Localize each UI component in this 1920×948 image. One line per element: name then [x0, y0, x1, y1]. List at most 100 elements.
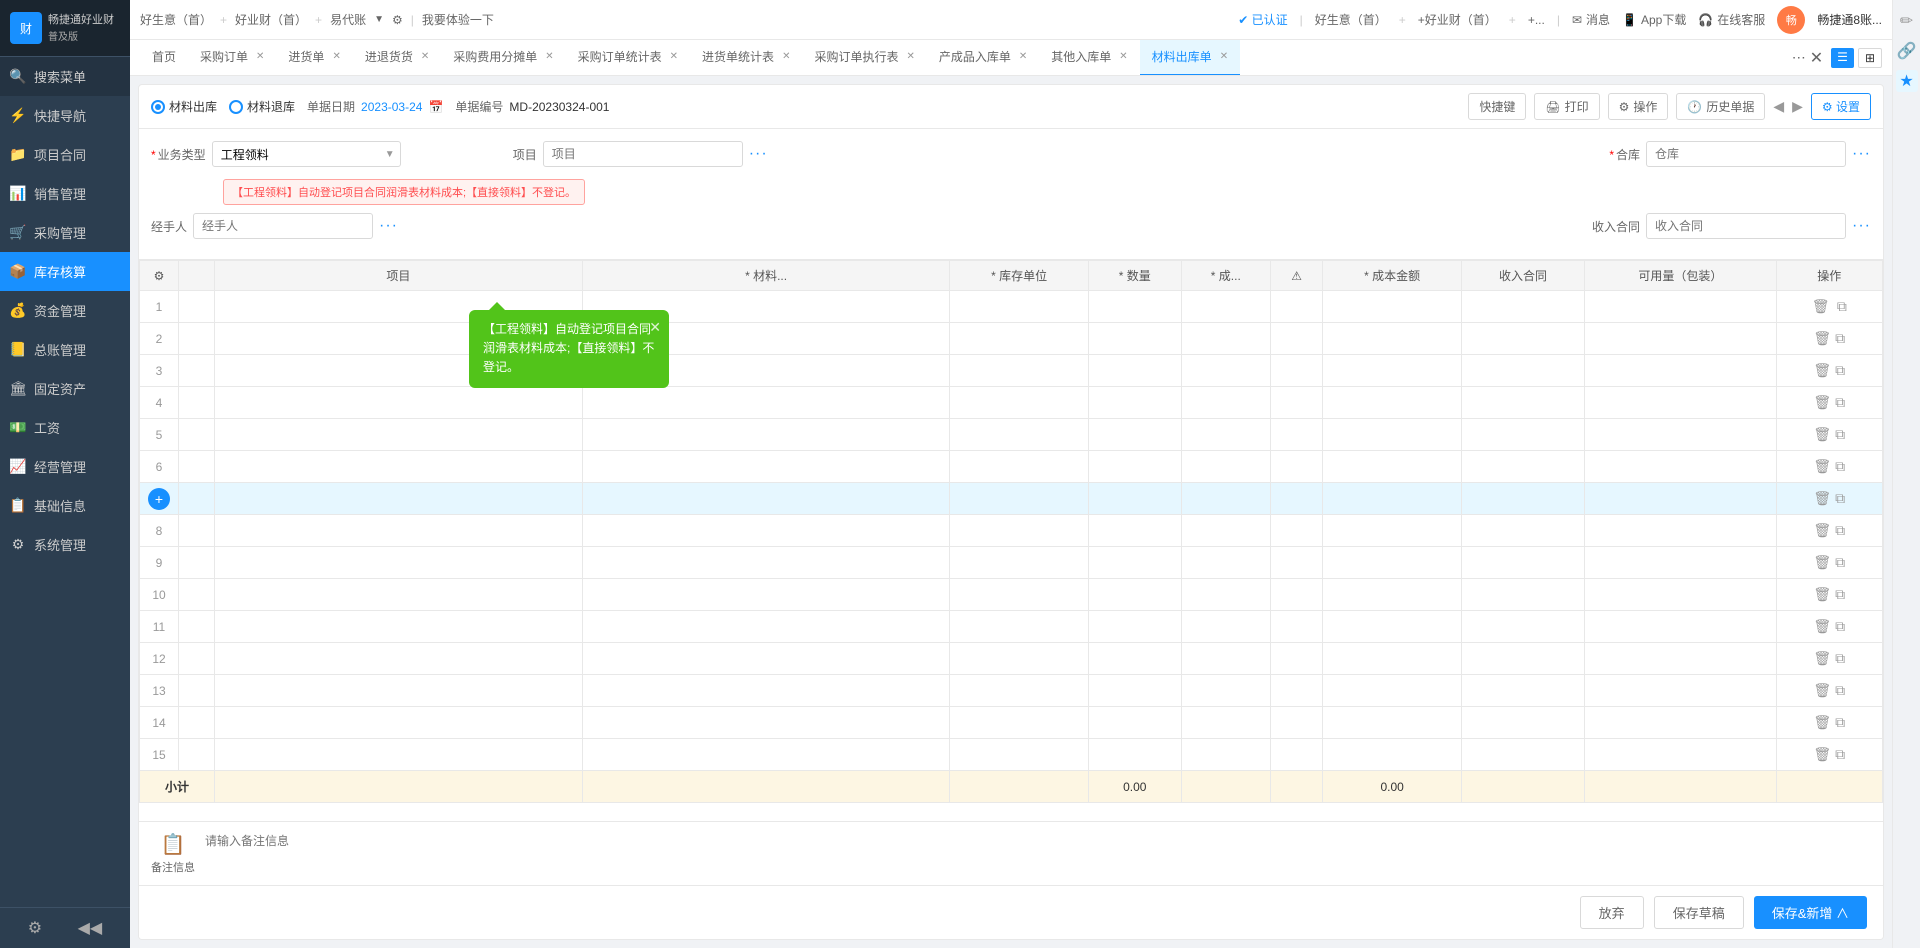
- topbar-dropdown[interactable]: ▼: [374, 14, 384, 25]
- tab-material-out[interactable]: 材料出库单 ✕: [1140, 40, 1240, 76]
- sidebar-item-basic[interactable]: 📋 基础信息: [0, 486, 130, 525]
- copy-icon[interactable]: ⧉: [1835, 362, 1845, 378]
- tab-goods-stats[interactable]: 进货单统计表 ✕: [690, 40, 802, 76]
- sidebar-item-inventory[interactable]: 📦 库存核算: [0, 252, 130, 291]
- delete-icon[interactable]: 🗑: [1813, 394, 1831, 410]
- tab-goods-receipt[interactable]: 进货单 ✕: [276, 40, 352, 76]
- tab-close-product[interactable]: ✕: [1019, 51, 1027, 62]
- delete-icon[interactable]: 🗑: [1813, 618, 1831, 634]
- copy-icon[interactable]: ⧉: [1835, 682, 1845, 698]
- tab-more[interactable]: ⋯: [1792, 49, 1806, 66]
- tab-close-material[interactable]: ✕: [1220, 51, 1228, 62]
- topbar-easy-agent[interactable]: 易代账: [330, 11, 366, 28]
- print-btn[interactable]: 🖨 打印: [1534, 93, 1599, 120]
- add-row-button[interactable]: +: [148, 488, 170, 510]
- delete-icon[interactable]: 🗑: [1813, 554, 1831, 570]
- radio-material-out[interactable]: 材料出库: [151, 98, 217, 115]
- topbar-app-download[interactable]: 📱 App下载: [1622, 11, 1686, 28]
- radio-material-return[interactable]: 材料退库: [229, 98, 295, 115]
- copy-icon[interactable]: ⧉: [1835, 394, 1845, 410]
- topbar-messages[interactable]: ✉ 消息: [1572, 11, 1610, 28]
- copy-icon[interactable]: ⧉: [1835, 426, 1845, 442]
- tab-purchase-order[interactable]: 采购订单 ✕: [188, 40, 276, 76]
- tab-close-goods-stats[interactable]: ✕: [782, 51, 790, 62]
- copy-icon[interactable]: ⧉: [1835, 586, 1845, 602]
- sidebar-item-system[interactable]: ⚙ 系统管理: [0, 525, 130, 564]
- row-unit[interactable]: [950, 291, 1088, 323]
- delete-icon[interactable]: 🗑: [1813, 682, 1831, 698]
- sidebar-item-salary[interactable]: 💵 工资: [0, 408, 130, 447]
- copy-icon[interactable]: ⧉: [1835, 746, 1845, 762]
- tab-other-in[interactable]: 其他入库单 ✕: [1039, 40, 1139, 76]
- settings-btn[interactable]: ⚙ 设置: [1811, 93, 1871, 120]
- sidebar-item-accounting[interactable]: 📒 总账管理: [0, 330, 130, 369]
- right-tool-edit[interactable]: ✏: [1896, 10, 1918, 32]
- copy-icon[interactable]: ⧉: [1835, 650, 1845, 666]
- copy-icon[interactable]: ⧉: [1835, 458, 1845, 474]
- sidebar-item-finance[interactable]: 💰 资金管理: [0, 291, 130, 330]
- tab-close-all[interactable]: ✕: [1810, 48, 1823, 68]
- discard-button[interactable]: 放弃: [1580, 896, 1644, 929]
- sidebar-item-search[interactable]: 🔍 搜索菜单: [0, 57, 130, 96]
- project-more[interactable]: ···: [749, 145, 768, 163]
- calendar-icon[interactable]: 📅: [428, 100, 443, 114]
- tab-close-return[interactable]: ✕: [421, 51, 429, 62]
- copy-icon[interactable]: ⧉: [1837, 298, 1847, 314]
- tab-close-purchase[interactable]: ✕: [256, 51, 264, 62]
- topbar-more[interactable]: +...: [1528, 13, 1545, 27]
- business-type-input[interactable]: [212, 141, 401, 167]
- tab-close-exec[interactable]: ✕: [906, 51, 914, 62]
- copy-icon[interactable]: ⧉: [1835, 618, 1845, 634]
- tooltip-close[interactable]: ✕: [649, 316, 661, 338]
- delete-icon[interactable]: 🗑: [1813, 746, 1831, 762]
- delete-icon[interactable]: 🗑: [1813, 330, 1831, 346]
- right-tool-link[interactable]: 🔗: [1896, 40, 1918, 62]
- tab-purchase-stats[interactable]: 采购订单统计表 ✕: [566, 40, 690, 76]
- topbar-good-business2[interactable]: 好生意（首）: [1315, 11, 1387, 28]
- topbar-online-service[interactable]: 🎧 在线客服: [1698, 11, 1765, 28]
- warehouse-input[interactable]: [1646, 141, 1846, 167]
- sidebar-item-project[interactable]: 📁 项目合同: [0, 135, 130, 174]
- sidebar-item-operation[interactable]: 📈 经营管理: [0, 447, 130, 486]
- delete-icon[interactable]: 🗑: [1813, 458, 1831, 474]
- next-record[interactable]: ▶: [1792, 98, 1803, 115]
- copy-icon[interactable]: ⧉: [1835, 522, 1845, 538]
- right-tool-star[interactable]: ★: [1896, 70, 1918, 92]
- row-cost-amount[interactable]: [1323, 291, 1461, 323]
- delete-icon[interactable]: 🗑: [1813, 522, 1831, 538]
- row-cost[interactable]: [1181, 291, 1270, 323]
- operations-btn[interactable]: ⚙ 操作: [1608, 93, 1669, 120]
- delete-icon[interactable]: 🗑: [1813, 586, 1831, 602]
- delete-icon[interactable]: 🗑: [1813, 490, 1831, 506]
- notes-input[interactable]: [205, 832, 1871, 872]
- prev-record[interactable]: ◀: [1773, 98, 1784, 115]
- topbar-good-business[interactable]: 好生意（首）: [140, 11, 212, 28]
- collapse-icon[interactable]: ◀◀: [78, 918, 103, 938]
- topbar-gear[interactable]: ⚙: [392, 13, 403, 27]
- sidebar-item-purchase[interactable]: 🛒 采购管理: [0, 213, 130, 252]
- row-available[interactable]: [1585, 291, 1776, 323]
- tab-product-in[interactable]: 产成品入库单 ✕: [927, 40, 1039, 76]
- row-quantity[interactable]: [1088, 291, 1181, 323]
- tab-close-stats[interactable]: ✕: [670, 51, 678, 62]
- save-draft-button[interactable]: 保存草稿: [1654, 896, 1744, 929]
- sidebar-item-sales[interactable]: 📊 销售管理: [0, 174, 130, 213]
- user-avatar[interactable]: 畅: [1777, 6, 1805, 34]
- copy-icon[interactable]: ⧉: [1835, 714, 1845, 730]
- project-input[interactable]: [543, 141, 743, 167]
- copy-icon[interactable]: ⧉: [1835, 330, 1845, 346]
- row-income-contract[interactable]: [1461, 291, 1584, 323]
- sidebar-item-quick[interactable]: ⚡ 快捷导航: [0, 96, 130, 135]
- handler-input[interactable]: [193, 213, 373, 239]
- quick-key-btn[interactable]: 快捷键: [1468, 93, 1526, 120]
- delete-icon[interactable]: 🗑: [1813, 714, 1831, 730]
- delete-icon[interactable]: 🗑: [1812, 298, 1830, 314]
- tab-grid-view[interactable]: ⊞: [1858, 48, 1882, 68]
- copy-icon[interactable]: ⧉: [1835, 554, 1845, 570]
- topbar-good-wealth2[interactable]: +好业财（首）: [1418, 11, 1497, 28]
- handler-more[interactable]: ···: [379, 217, 398, 235]
- contract-more[interactable]: ···: [1852, 217, 1871, 235]
- sidebar-item-assets[interactable]: 🏛 固定资产: [0, 369, 130, 408]
- save-new-button[interactable]: 保存&新增 ∧: [1754, 896, 1867, 929]
- copy-icon[interactable]: ⧉: [1835, 490, 1845, 506]
